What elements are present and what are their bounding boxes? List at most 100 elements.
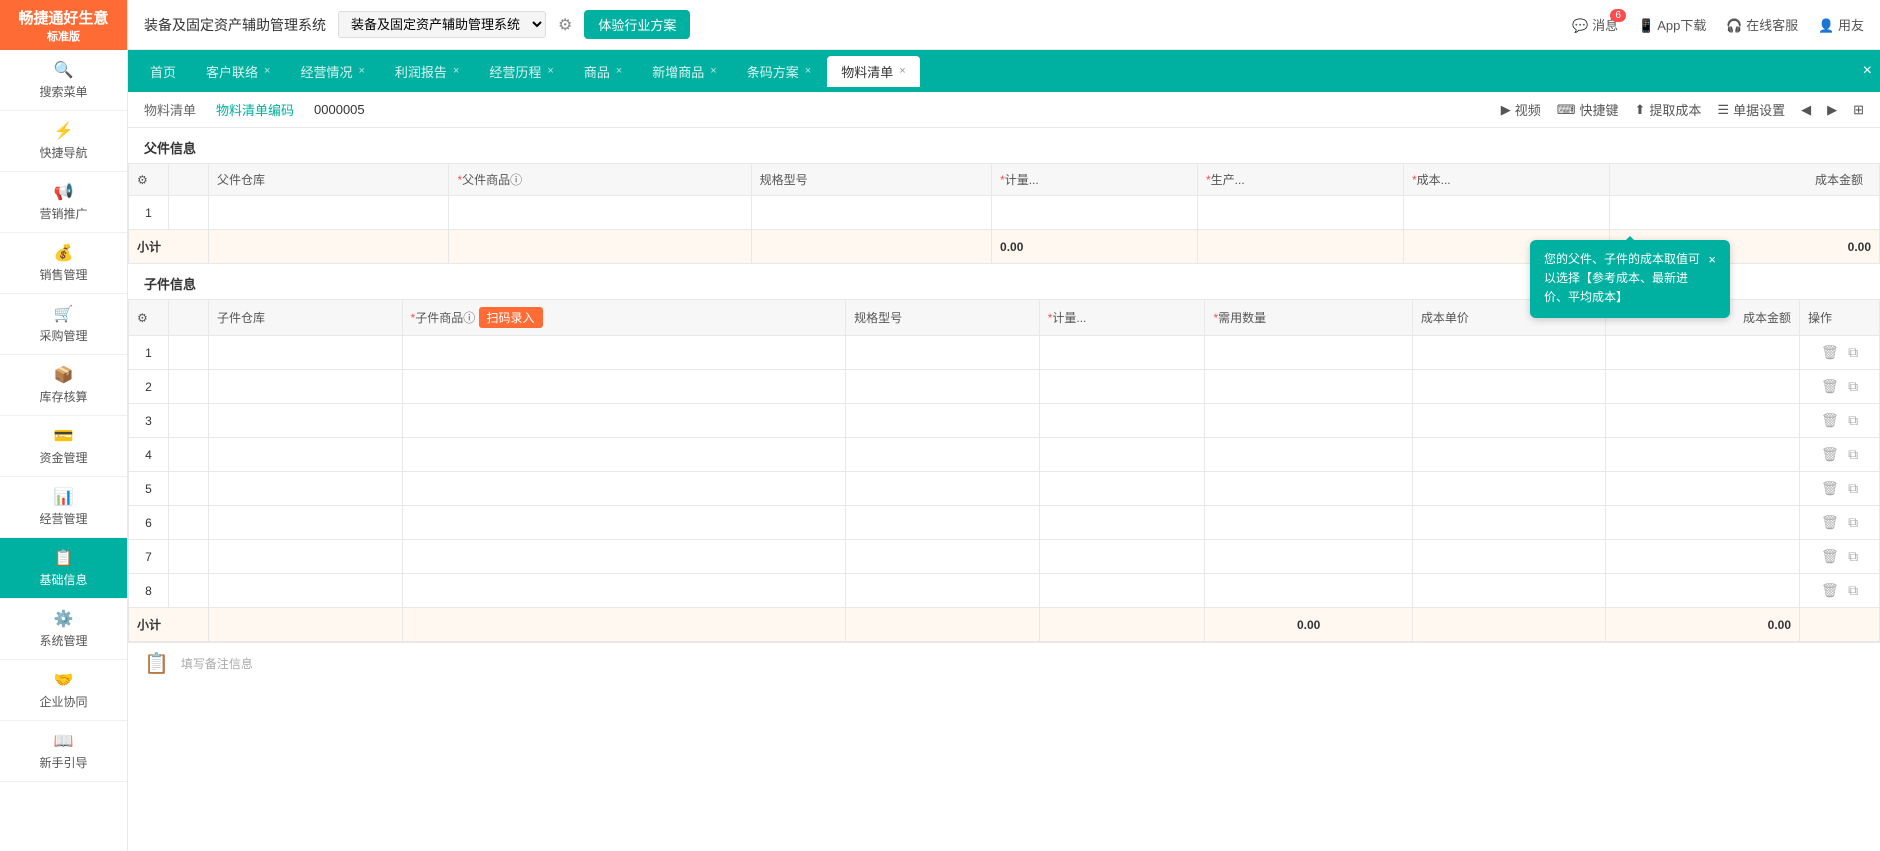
nav-tab-8[interactable]: 物料清单× xyxy=(827,56,919,87)
copy-icon-8[interactable]: ⧉ xyxy=(1848,582,1858,598)
delete-icon-8[interactable]: 🗑 xyxy=(1821,582,1839,598)
child-row-unit-cost-1[interactable] xyxy=(1412,336,1606,370)
nav-tab-close-5[interactable]: × xyxy=(616,65,622,77)
child-row-unit-cost-6[interactable] xyxy=(1412,506,1606,540)
parent-row-warehouse[interactable] xyxy=(209,196,449,230)
child-row-unit-cost-3[interactable] xyxy=(1412,404,1606,438)
child-row-product-1[interactable] xyxy=(402,336,846,370)
bottom-icon[interactable]: 📋 xyxy=(144,651,169,676)
child-row-unit-cost-7[interactable] xyxy=(1412,540,1606,574)
child-row-product-8[interactable] xyxy=(402,574,846,608)
nav-tab-close-6[interactable]: × xyxy=(710,65,716,77)
nav-tab-4[interactable]: 经营历程× xyxy=(475,56,567,87)
child-row-spec-7[interactable] xyxy=(846,540,1040,574)
sidebar-item-6[interactable]: 💳资金管理 xyxy=(0,416,127,477)
breadcrumb-item-2[interactable]: 物料清单编码 xyxy=(216,100,294,119)
parent-row-product[interactable] xyxy=(449,196,751,230)
child-row-unit-1[interactable] xyxy=(1039,336,1205,370)
nav-tab-close-8[interactable]: × xyxy=(899,65,905,77)
sidebar-item-1[interactable]: ⚡快捷导航 xyxy=(0,111,127,172)
nav-tab-close-1[interactable]: × xyxy=(264,65,270,77)
copy-icon-5[interactable]: ⧉ xyxy=(1848,480,1858,496)
child-row-warehouse-6[interactable] xyxy=(209,506,403,540)
copy-icon-6[interactable]: ⧉ xyxy=(1848,514,1858,530)
sidebar-item-9[interactable]: ⚙️系统管理 xyxy=(0,599,127,660)
sidebar-item-11[interactable]: 📖新手引导 xyxy=(0,721,127,782)
nav-tab-close-7[interactable]: × xyxy=(805,65,811,77)
parent-row-spec[interactable] xyxy=(751,196,991,230)
child-row-unit-8[interactable] xyxy=(1039,574,1205,608)
sidebar-item-8[interactable]: 📋基础信息 xyxy=(0,538,127,599)
sidebar-item-0[interactable]: 🔍搜索菜单 xyxy=(0,50,127,111)
child-row-unit-4[interactable] xyxy=(1039,438,1205,472)
child-row-spec-5[interactable] xyxy=(846,472,1040,506)
nav-tab-1[interactable]: 客户联络× xyxy=(192,56,284,87)
child-row-warehouse-1[interactable] xyxy=(209,336,403,370)
grid-view-btn[interactable]: ⊞ xyxy=(1853,102,1864,118)
parent-row-unit[interactable] xyxy=(992,196,1198,230)
child-row-qty-1[interactable] xyxy=(1205,336,1412,370)
child-row-warehouse-2[interactable] xyxy=(209,370,403,404)
child-row-unit-cost-4[interactable] xyxy=(1412,438,1606,472)
nav-tabs-close-all[interactable]: × xyxy=(1863,62,1872,80)
nav-tab-close-4[interactable]: × xyxy=(547,65,553,77)
system-selector[interactable]: 装备及固定资产辅助管理系统 xyxy=(338,11,546,38)
parent-col-settings[interactable]: ⚙ xyxy=(129,164,169,196)
delete-icon-5[interactable]: 🗑 xyxy=(1821,480,1839,496)
copy-icon-4[interactable]: ⧉ xyxy=(1848,446,1858,462)
scan-input-btn[interactable]: 扫码录入 xyxy=(479,307,543,328)
child-row-qty-7[interactable] xyxy=(1205,540,1412,574)
child-col-settings[interactable]: ⚙ xyxy=(129,300,169,336)
child-row-unit-cost-5[interactable] xyxy=(1412,472,1606,506)
child-row-qty-3[interactable] xyxy=(1205,404,1412,438)
child-row-unit-3[interactable] xyxy=(1039,404,1205,438)
child-row-spec-1[interactable] xyxy=(846,336,1040,370)
child-row-qty-5[interactable] xyxy=(1205,472,1412,506)
child-row-qty-2[interactable] xyxy=(1205,370,1412,404)
delete-icon-1[interactable]: 🗑 xyxy=(1821,344,1839,360)
delete-icon-3[interactable]: 🗑 xyxy=(1821,412,1839,428)
sidebar-item-4[interactable]: 🛒采购管理 xyxy=(0,294,127,355)
child-row-spec-6[interactable] xyxy=(846,506,1040,540)
sidebar-item-5[interactable]: 📦库存核算 xyxy=(0,355,127,416)
child-row-spec-4[interactable] xyxy=(846,438,1040,472)
child-row-warehouse-7[interactable] xyxy=(209,540,403,574)
child-row-warehouse-4[interactable] xyxy=(209,438,403,472)
child-row-unit-6[interactable] xyxy=(1039,506,1205,540)
child-row-spec-2[interactable] xyxy=(846,370,1040,404)
copy-icon-2[interactable]: ⧉ xyxy=(1848,378,1858,394)
child-row-product-4[interactable] xyxy=(402,438,846,472)
delete-icon-7[interactable]: 🗑 xyxy=(1821,548,1839,564)
nav-tab-7[interactable]: 条码方案× xyxy=(733,56,825,87)
single-settings-btn[interactable]: ☰ 单据设置 xyxy=(1717,100,1785,119)
delete-icon-2[interactable]: 🗑 xyxy=(1821,378,1839,394)
nav-tab-5[interactable]: 商品× xyxy=(570,56,636,87)
nav-tab-2[interactable]: 经营情况× xyxy=(286,56,378,87)
breadcrumb-item-1[interactable]: 物料清单 xyxy=(144,100,196,119)
child-row-product-3[interactable] xyxy=(402,404,846,438)
trial-button[interactable]: 体验行业方案 xyxy=(584,10,690,39)
shortcut-btn[interactable]: ⌨ 快捷键 xyxy=(1557,100,1619,119)
child-row-warehouse-3[interactable] xyxy=(209,404,403,438)
child-row-unit-7[interactable] xyxy=(1039,540,1205,574)
tooltip-close-btn[interactable]: × xyxy=(1708,250,1716,271)
child-row-unit-cost-2[interactable] xyxy=(1412,370,1606,404)
nav-tab-3[interactable]: 利润报告× xyxy=(381,56,473,87)
child-row-spec-8[interactable] xyxy=(846,574,1040,608)
child-row-qty-4[interactable] xyxy=(1205,438,1412,472)
app-download-btn[interactable]: 📱 App下载 xyxy=(1638,15,1706,34)
user-avatar[interactable]: 👤 用友 xyxy=(1818,15,1864,34)
messages-btn[interactable]: 💬 消息 6 xyxy=(1572,15,1618,34)
nav-tab-6[interactable]: 新增商品× xyxy=(638,56,730,87)
child-row-product-6[interactable] xyxy=(402,506,846,540)
settings-icon[interactable]: ⚙ xyxy=(558,15,572,35)
sidebar-item-7[interactable]: 📊经营管理 xyxy=(0,477,127,538)
parent-row-produce[interactable] xyxy=(1197,196,1403,230)
sidebar-item-3[interactable]: 💰销售管理 xyxy=(0,233,127,294)
nav-next-btn[interactable]: ▶ xyxy=(1827,102,1837,118)
child-row-spec-3[interactable] xyxy=(846,404,1040,438)
child-row-product-2[interactable] xyxy=(402,370,846,404)
child-row-unit-5[interactable] xyxy=(1039,472,1205,506)
sidebar-item-10[interactable]: 🤝企业协同 xyxy=(0,660,127,721)
child-row-qty-8[interactable] xyxy=(1205,574,1412,608)
